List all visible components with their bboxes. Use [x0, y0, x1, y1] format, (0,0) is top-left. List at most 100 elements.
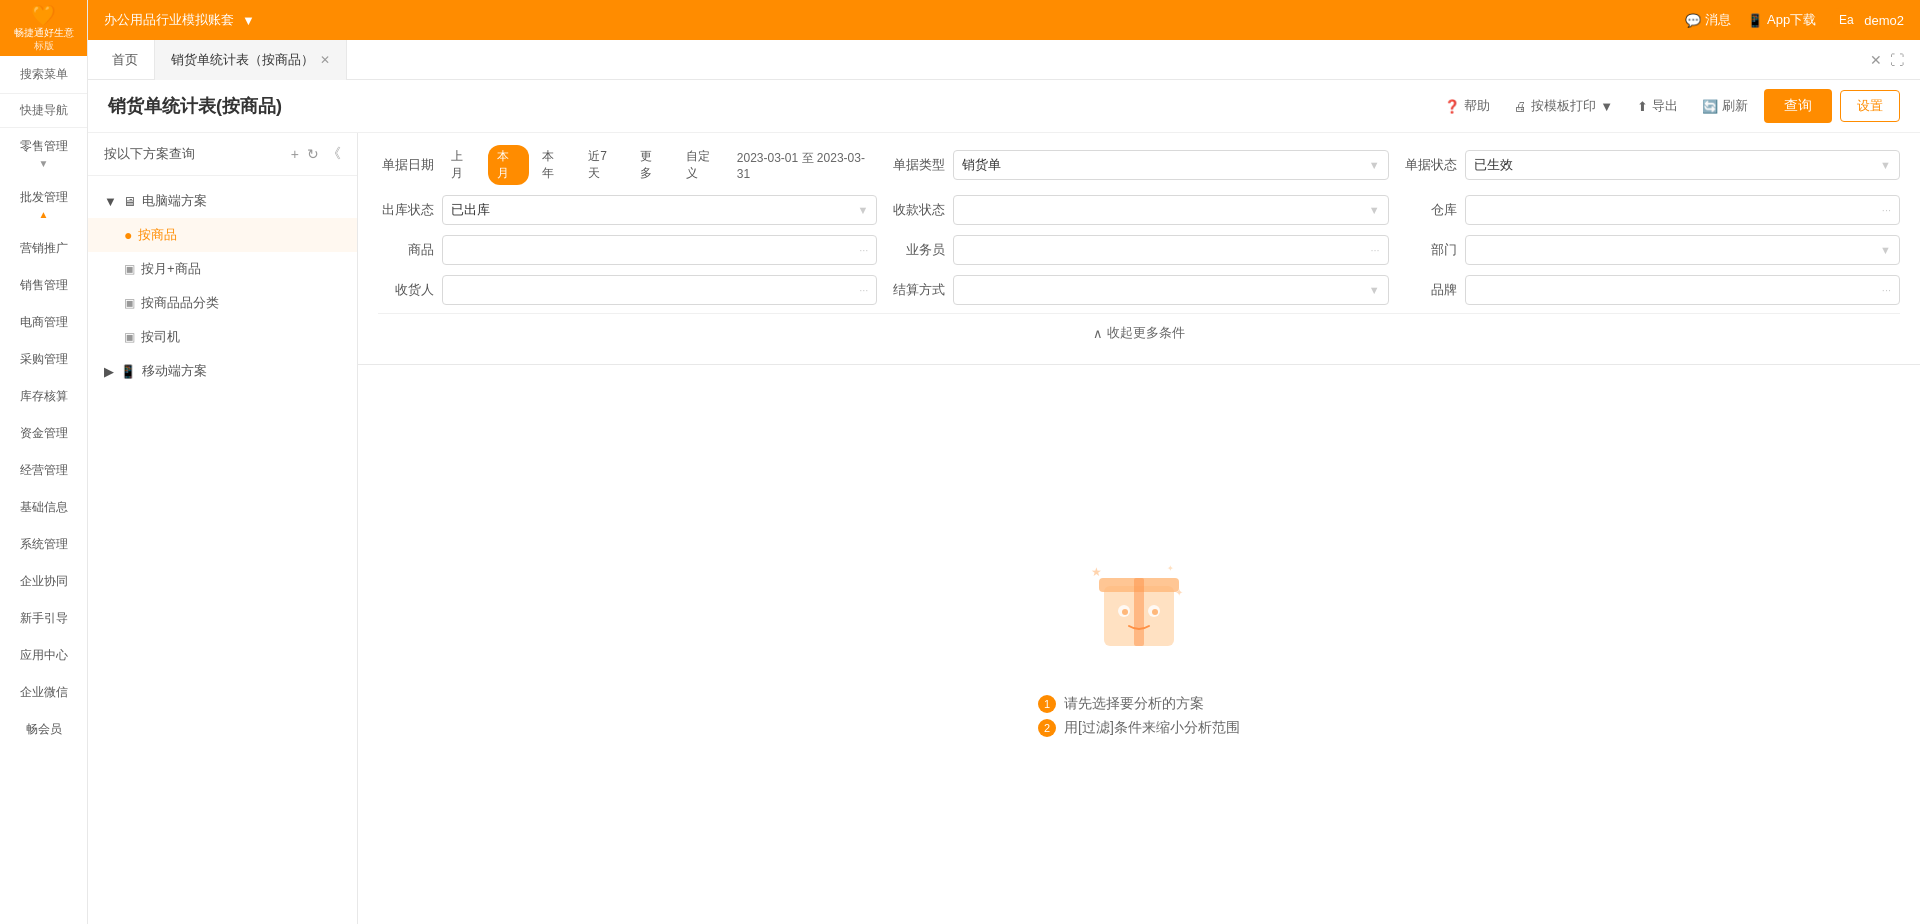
wholesale-arrow: ▲ — [39, 209, 49, 220]
sidebar-item-member[interactable]: 畅会员 — [0, 711, 87, 748]
collapse-panel-icon[interactable]: 《 — [327, 145, 341, 163]
sidebar-item-enterprise[interactable]: 企业协同 — [0, 563, 87, 600]
date-range-text: 2023-03-01 至 2023-03-31 — [737, 150, 878, 181]
tab-bar: 首页 销货单统计表（按商品） ✕ ✕ ⛶ — [88, 40, 1920, 80]
date-tab-more[interactable]: 更多 — [631, 145, 673, 185]
svg-rect-2 — [1134, 578, 1144, 646]
filter-doc-type-item: 单据类型 销货单 ▼ — [889, 145, 1388, 185]
recipient-field[interactable]: ··· — [442, 275, 877, 305]
date-tab-this-month[interactable]: 本月 — [488, 145, 530, 185]
user-info[interactable]: Ea demo2 — [1832, 6, 1904, 34]
date-tab-this-year[interactable]: 本年 — [533, 145, 575, 185]
sidebar-item-marketing[interactable]: 营销推广 — [0, 230, 87, 267]
doc-type-field[interactable]: 销货单 ▼ — [953, 150, 1388, 180]
collapse-label: 收起更多条件 — [1107, 324, 1185, 342]
app-download-btn[interactable]: 📱 App下载 — [1747, 11, 1816, 29]
scheme-group-mobile-header[interactable]: ▶ 📱 移动端方案 — [88, 354, 357, 388]
message-btn[interactable]: 💬 消息 — [1685, 11, 1731, 29]
setting-button[interactable]: 设置 — [1840, 90, 1900, 122]
scheme-item-by-product[interactable]: ● 按商品 — [88, 218, 357, 252]
newbie-label: 新手引导 — [20, 610, 68, 627]
sidebar-item-basic[interactable]: 基础信息 — [0, 489, 87, 526]
sidebar-item-system[interactable]: 系统管理 — [0, 526, 87, 563]
payment-field[interactable]: ▼ — [953, 275, 1388, 305]
doc-status-label: 单据状态 — [1401, 156, 1457, 174]
help-icon: ❓ — [1444, 99, 1460, 114]
query-button[interactable]: 查询 — [1764, 89, 1832, 123]
marketing-label: 营销推广 — [20, 240, 68, 257]
department-field[interactable]: ▼ — [1465, 235, 1900, 265]
product-label: 商品 — [378, 241, 434, 259]
empty-tips-list: 1 请先选择要分析的方案 2 用[过滤]条件来缩小分析范围 — [1038, 689, 1240, 743]
filter-row-2: 出库状态 已出库 ▼ 收款状态 ▼ — [378, 195, 1900, 225]
desktop-group-icon: 🖥 — [123, 194, 136, 209]
collapse-btn[interactable]: ∧ 收起更多条件 — [378, 313, 1900, 352]
by-product-category-icon: ▣ — [124, 296, 135, 310]
sidebar-item-purchase[interactable]: 采购管理 — [0, 341, 87, 378]
doc-type-label: 单据类型 — [889, 156, 945, 174]
scheme-item-by-product-category[interactable]: ▣ 按商品品分类 — [88, 286, 357, 320]
tab-sales-stats[interactable]: 销货单统计表（按商品） ✕ — [155, 40, 347, 80]
apps-label: 应用中心 — [20, 647, 68, 664]
filter-section: 单据日期 上月 本月 本年 近7天 更多 自定义 20 — [358, 133, 1920, 365]
ecommerce-label: 电商管理 — [20, 314, 68, 331]
sidebar-item-ecommerce[interactable]: 电商管理 — [0, 304, 87, 341]
refresh-btn[interactable]: 🔄 刷新 — [1694, 93, 1756, 119]
wholesale-label: 批发管理 — [20, 189, 68, 206]
search-menu[interactable]: 搜索菜单 — [0, 56, 87, 94]
sidebar-item-apps[interactable]: 应用中心 — [0, 637, 87, 674]
user-avatar: Ea — [1832, 6, 1860, 34]
date-tab-7days[interactable]: 近7天 — [579, 145, 627, 185]
warehouse-label: 仓库 — [1401, 201, 1457, 219]
logo-subtext: 标版 — [34, 39, 54, 53]
filter-warehouse-item: 仓库 ··· — [1401, 195, 1900, 225]
tab-bar-close-btn[interactable]: ✕ — [1870, 52, 1882, 68]
tab-home[interactable]: 首页 — [96, 40, 155, 80]
sidebar-item-operations[interactable]: 经营管理 — [0, 452, 87, 489]
brand-field[interactable]: ··· — [1465, 275, 1900, 305]
doc-status-field[interactable]: 已生效 ▼ — [1465, 150, 1900, 180]
scheme-item-by-driver[interactable]: ▣ 按司机 — [88, 320, 357, 354]
svg-point-6 — [1152, 609, 1158, 615]
doc-type-chevron: ▼ — [1369, 159, 1380, 171]
salesperson-field[interactable]: ··· — [953, 235, 1388, 265]
by-month-product-icon: ▣ — [124, 262, 135, 276]
help-btn[interactable]: ❓ 帮助 — [1436, 93, 1498, 119]
finance-label: 资金管理 — [20, 425, 68, 442]
tip-text-2: 用[过滤]条件来缩小分析范围 — [1064, 719, 1240, 737]
sidebar-item-wholesale[interactable]: 批发管理 ▲ — [0, 179, 87, 230]
out-status-value: 已出库 — [451, 201, 857, 219]
add-scheme-icon[interactable]: + — [291, 146, 299, 162]
product-field[interactable]: ··· — [442, 235, 877, 265]
filter-payment-item: 结算方式 ▼ — [889, 275, 1388, 305]
sidebar-item-inventory[interactable]: 库存核算 — [0, 378, 87, 415]
quick-nav[interactable]: 快捷导航 — [0, 94, 87, 128]
scheme-item-by-month-product[interactable]: ▣ 按月+商品 — [88, 252, 357, 286]
print-btn[interactable]: 🖨 按模板打印 ▼ — [1506, 93, 1621, 119]
left-panel-header: 按以下方案查询 + ↻ 《 — [88, 133, 357, 176]
sidebar-item-retail[interactable]: 零售管理 ▼ — [0, 128, 87, 179]
warehouse-field[interactable]: ··· — [1465, 195, 1900, 225]
filter-doc-status-item: 单据状态 已生效 ▼ — [1401, 145, 1900, 185]
industry-dropdown-icon[interactable]: ▼ — [242, 13, 255, 28]
tab-bar-expand-btn[interactable]: ⛶ — [1890, 52, 1904, 68]
export-btn[interactable]: ⬆ 导出 — [1629, 93, 1686, 119]
out-status-field[interactable]: 已出库 ▼ — [442, 195, 877, 225]
print-icon: 🖨 — [1514, 99, 1527, 114]
empty-state: ★ ✦ ✦ 1 请先选择要分析的方案 2 用[过滤]条件来缩小分析范围 — [358, 365, 1920, 924]
svg-text:✦: ✦ — [1175, 587, 1183, 598]
sidebar-item-newbie[interactable]: 新手引导 — [0, 600, 87, 637]
sidebar-item-finance[interactable]: 资金管理 — [0, 415, 87, 452]
sidebar-item-sales[interactable]: 销售管理 — [0, 267, 87, 304]
department-chevron: ▼ — [1880, 244, 1891, 256]
header-right: 💬 消息 📱 App下载 Ea demo2 — [1685, 6, 1904, 34]
warehouse-dots: ··· — [1882, 204, 1891, 216]
receipt-status-field[interactable]: ▼ — [953, 195, 1388, 225]
sidebar-item-wechat[interactable]: 企业微信 — [0, 674, 87, 711]
left-panel-title: 按以下方案查询 — [104, 145, 195, 163]
scheme-group-desktop-header[interactable]: ▼ 🖥 电脑端方案 — [88, 184, 357, 218]
date-tab-last-month[interactable]: 上月 — [442, 145, 484, 185]
refresh-scheme-icon[interactable]: ↻ — [307, 146, 319, 162]
tab-close-icon[interactable]: ✕ — [320, 53, 330, 67]
date-tab-custom[interactable]: 自定义 — [677, 145, 731, 185]
